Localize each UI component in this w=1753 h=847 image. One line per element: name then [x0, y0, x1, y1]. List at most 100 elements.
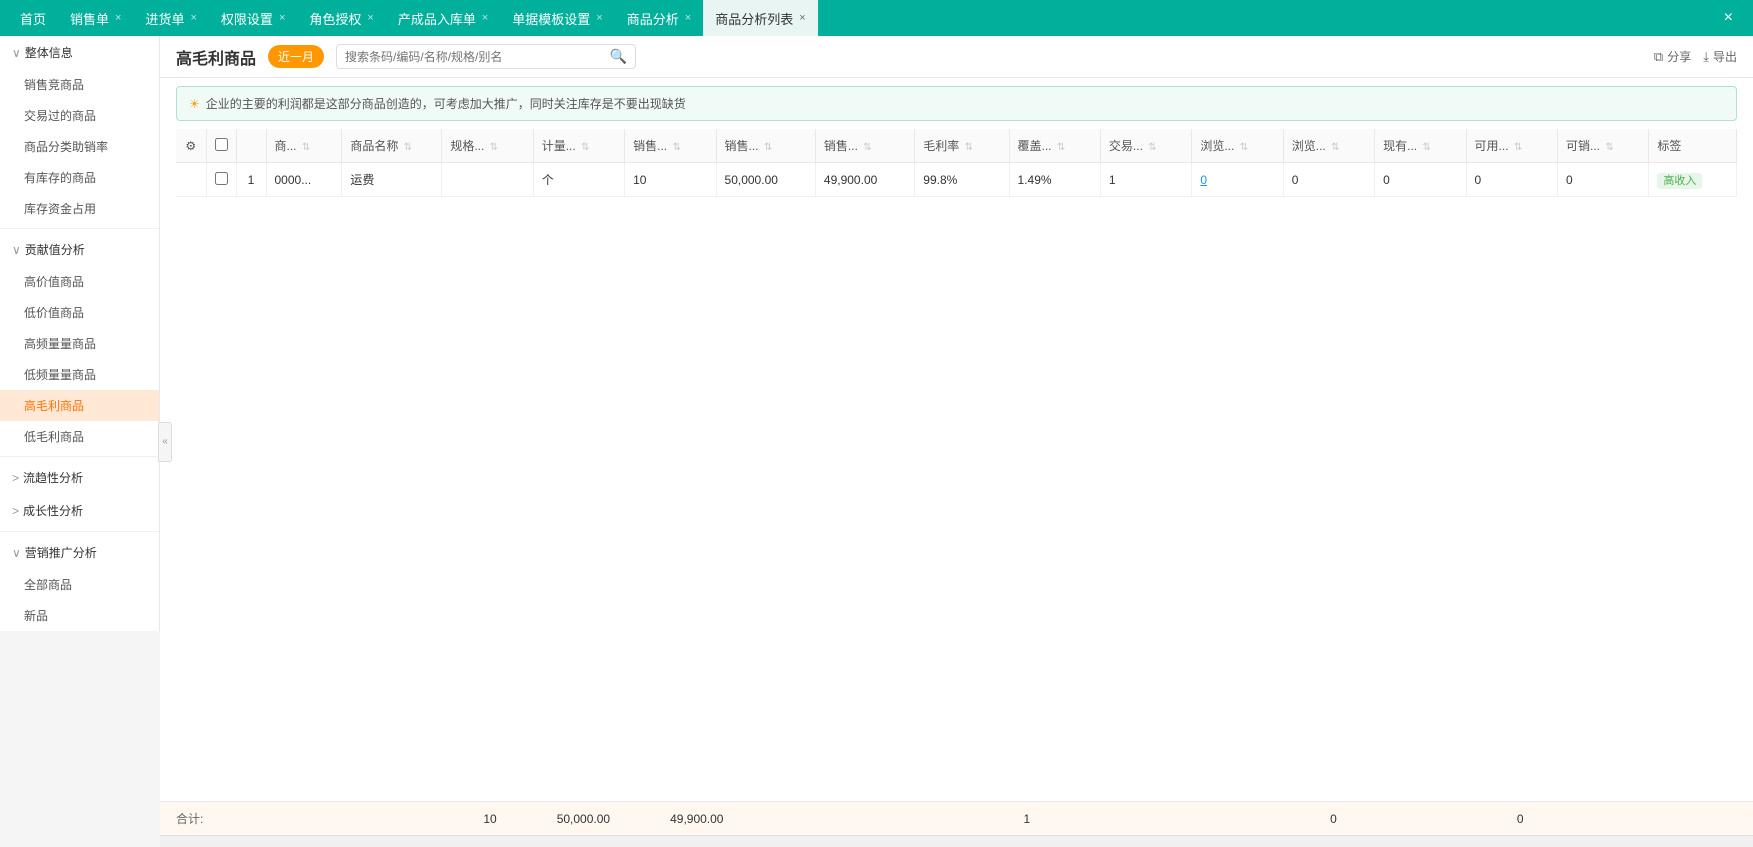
- col-header-code[interactable]: 商... ⇅: [266, 129, 342, 163]
- close-window-button[interactable]: ×: [1712, 9, 1745, 27]
- sidebar-item-traded-products[interactable]: 交易过的商品: [0, 100, 159, 131]
- sidebar-item-capital-occupation[interactable]: 库存资金占用: [0, 193, 159, 224]
- col-header-transaction[interactable]: 交易... ⇅: [1100, 129, 1191, 163]
- sidebar-collapse-button[interactable]: «: [158, 422, 172, 462]
- close-product-analysis[interactable]: ×: [685, 12, 691, 24]
- col-header-gross-margin[interactable]: 毛利率 ⇅: [915, 129, 1009, 163]
- col-header-browse2[interactable]: 浏览... ⇅: [1283, 129, 1374, 163]
- sort-icon-browse1: ⇅: [1240, 142, 1248, 153]
- col-header-num: [236, 129, 266, 163]
- chevron-down-icon-2: ∨: [12, 243, 21, 257]
- sort-icon-usable: ⇅: [1514, 142, 1522, 153]
- close-purchase-order[interactable]: ×: [190, 12, 196, 24]
- cell-spec: [442, 163, 533, 197]
- cell-browse1[interactable]: 0: [1192, 163, 1283, 197]
- sidebar-item-high-value[interactable]: 高价值商品: [0, 266, 159, 297]
- nav-permissions[interactable]: 权限设置 ×: [209, 0, 297, 36]
- nav-product-analysis[interactable]: 商品分析 ×: [615, 0, 703, 36]
- nav-sales-order[interactable]: 销售单 ×: [58, 0, 133, 36]
- close-sales-order[interactable]: ×: [115, 12, 121, 24]
- row-checkbox[interactable]: [215, 172, 228, 185]
- cell-num: 1: [236, 163, 266, 197]
- sidebar-wrapper: ∨ 整体信息 销售竞商品 交易过的商品 商品分类助销率 有库存的商品 库存资金占…: [0, 36, 160, 847]
- sidebar-section-overall-info[interactable]: ∨ 整体信息: [0, 36, 159, 69]
- close-product-analysis-list[interactable]: ×: [799, 12, 805, 24]
- col-header-settings[interactable]: ⚙: [176, 129, 206, 163]
- horizontal-scrollbar[interactable]: [160, 835, 1753, 847]
- col-header-saleable[interactable]: 可销... ⇅: [1557, 129, 1648, 163]
- footer-label: 合计:: [176, 810, 203, 827]
- nav-role-auth[interactable]: 角色授权 ×: [297, 0, 385, 36]
- search-input[interactable]: [345, 50, 610, 64]
- sidebar-section-marketing-analysis[interactable]: ∨ 营销推广分析: [0, 536, 159, 569]
- close-template-settings[interactable]: ×: [596, 12, 602, 24]
- sort-icon-spec: ⇅: [490, 142, 498, 153]
- table-footer: 合计: 10 50,000.00 49,900.00 1 0 0: [160, 801, 1753, 835]
- cell-unit: 个: [533, 163, 624, 197]
- col-header-browse1[interactable]: 浏览... ⇅: [1192, 129, 1283, 163]
- sidebar-section-financial-analysis[interactable]: ∨ 贡献值分析: [0, 233, 159, 266]
- search-icon[interactable]: 🔍: [610, 48, 627, 65]
- sidebar-item-in-stock[interactable]: 有库存的商品: [0, 162, 159, 193]
- divider-3: [0, 531, 159, 532]
- sort-icon-sales-amount: ⇅: [764, 142, 772, 153]
- select-all-checkbox[interactable]: [215, 138, 228, 151]
- cell-sales-qty: 10: [625, 163, 716, 197]
- cell-transaction: 1: [1100, 163, 1191, 197]
- col-header-sales-cost[interactable]: 销售... ⇅: [815, 129, 914, 163]
- sort-icon-gross-margin: ⇅: [965, 142, 973, 153]
- sidebar-item-low-value[interactable]: 低价值商品: [0, 297, 159, 328]
- nav-product-purchase[interactable]: 产成品入库单 ×: [386, 0, 500, 36]
- cell-browse2: 0: [1283, 163, 1374, 197]
- sidebar-item-product-contrib[interactable]: 商品分类助销率: [0, 131, 159, 162]
- sort-icon-sales-qty: ⇅: [672, 142, 680, 153]
- col-header-usable[interactable]: 可用... ⇅: [1466, 129, 1557, 163]
- close-product-purchase[interactable]: ×: [482, 12, 488, 24]
- sidebar-section-growth-analysis[interactable]: > 成长性分析: [0, 494, 159, 527]
- sidebar-item-low-freq[interactable]: 低频量量商品: [0, 359, 159, 390]
- share-icon: ⧉: [1654, 49, 1663, 65]
- table-header-row: ⚙ 商... ⇅ 商品名称 ⇅: [176, 129, 1737, 163]
- chevron-right-icon-2: >: [12, 504, 19, 518]
- export-button[interactable]: ⤓ 导出: [1703, 48, 1737, 65]
- col-header-name[interactable]: 商品名称 ⇅: [342, 129, 442, 163]
- sort-icon-sales-cost: ⇅: [863, 142, 871, 153]
- sort-icon-name: ⇅: [404, 142, 412, 153]
- sidebar-section-trend-analysis[interactable]: > 流趋性分析: [0, 461, 159, 494]
- sidebar-item-all-products[interactable]: 全部商品: [0, 569, 159, 600]
- cell-name: 运费: [342, 163, 442, 197]
- cell-available: 0: [1375, 163, 1466, 197]
- cell-checkbox[interactable]: [206, 163, 236, 197]
- nav-purchase-order[interactable]: 进货单 ×: [133, 0, 208, 36]
- col-header-spec[interactable]: 规格... ⇅: [442, 129, 533, 163]
- col-header-unit[interactable]: 计量... ⇅: [533, 129, 624, 163]
- sidebar-item-high-freq[interactable]: 高频量量商品: [0, 328, 159, 359]
- col-header-checkbox[interactable]: [206, 129, 236, 163]
- top-navigation: 首页 销售单 × 进货单 × 权限设置 × 角色授权 × 产成品入库单 × 单据…: [0, 0, 1753, 36]
- nav-home[interactable]: 首页: [8, 0, 58, 36]
- close-role-auth[interactable]: ×: [367, 12, 373, 24]
- page-title: 高毛利商品: [176, 45, 256, 69]
- nav-template-settings[interactable]: 单据模板设置 ×: [500, 0, 614, 36]
- sidebar-item-sales-ranking[interactable]: 销售竞商品: [0, 69, 159, 100]
- col-header-tag[interactable]: 标签: [1649, 129, 1737, 163]
- cell-saleable: 0: [1557, 163, 1648, 197]
- col-header-sales-amount[interactable]: 销售... ⇅: [716, 129, 815, 163]
- sidebar-item-new-products[interactable]: 新品: [0, 600, 159, 631]
- cell-coverage: 1.49%: [1009, 163, 1100, 197]
- col-header-coverage[interactable]: 覆盖... ⇅: [1009, 129, 1100, 163]
- sidebar-item-high-margin[interactable]: 高毛利商品: [0, 390, 159, 421]
- cell-sales-amount: 50,000.00: [716, 163, 815, 197]
- sidebar-item-low-margin[interactable]: 低毛利商品: [0, 421, 159, 452]
- col-header-sales-qty[interactable]: 销售... ⇅: [625, 129, 716, 163]
- filter-recent-month-button[interactable]: 近一月: [268, 45, 324, 68]
- col-header-available[interactable]: 现有... ⇅: [1375, 129, 1466, 163]
- share-button[interactable]: ⧉ 分享: [1654, 48, 1691, 65]
- cell-usable: 0: [1466, 163, 1557, 197]
- sort-icon-available: ⇅: [1423, 142, 1431, 153]
- nav-product-analysis-list[interactable]: 商品分析列表 ×: [703, 0, 817, 36]
- cell-gross-margin: 99.8%: [915, 163, 1009, 197]
- footer-sales-amount: 50,000.00: [557, 812, 610, 826]
- product-table: ⚙ 商... ⇅ 商品名称 ⇅: [176, 129, 1737, 197]
- close-permissions[interactable]: ×: [279, 12, 285, 24]
